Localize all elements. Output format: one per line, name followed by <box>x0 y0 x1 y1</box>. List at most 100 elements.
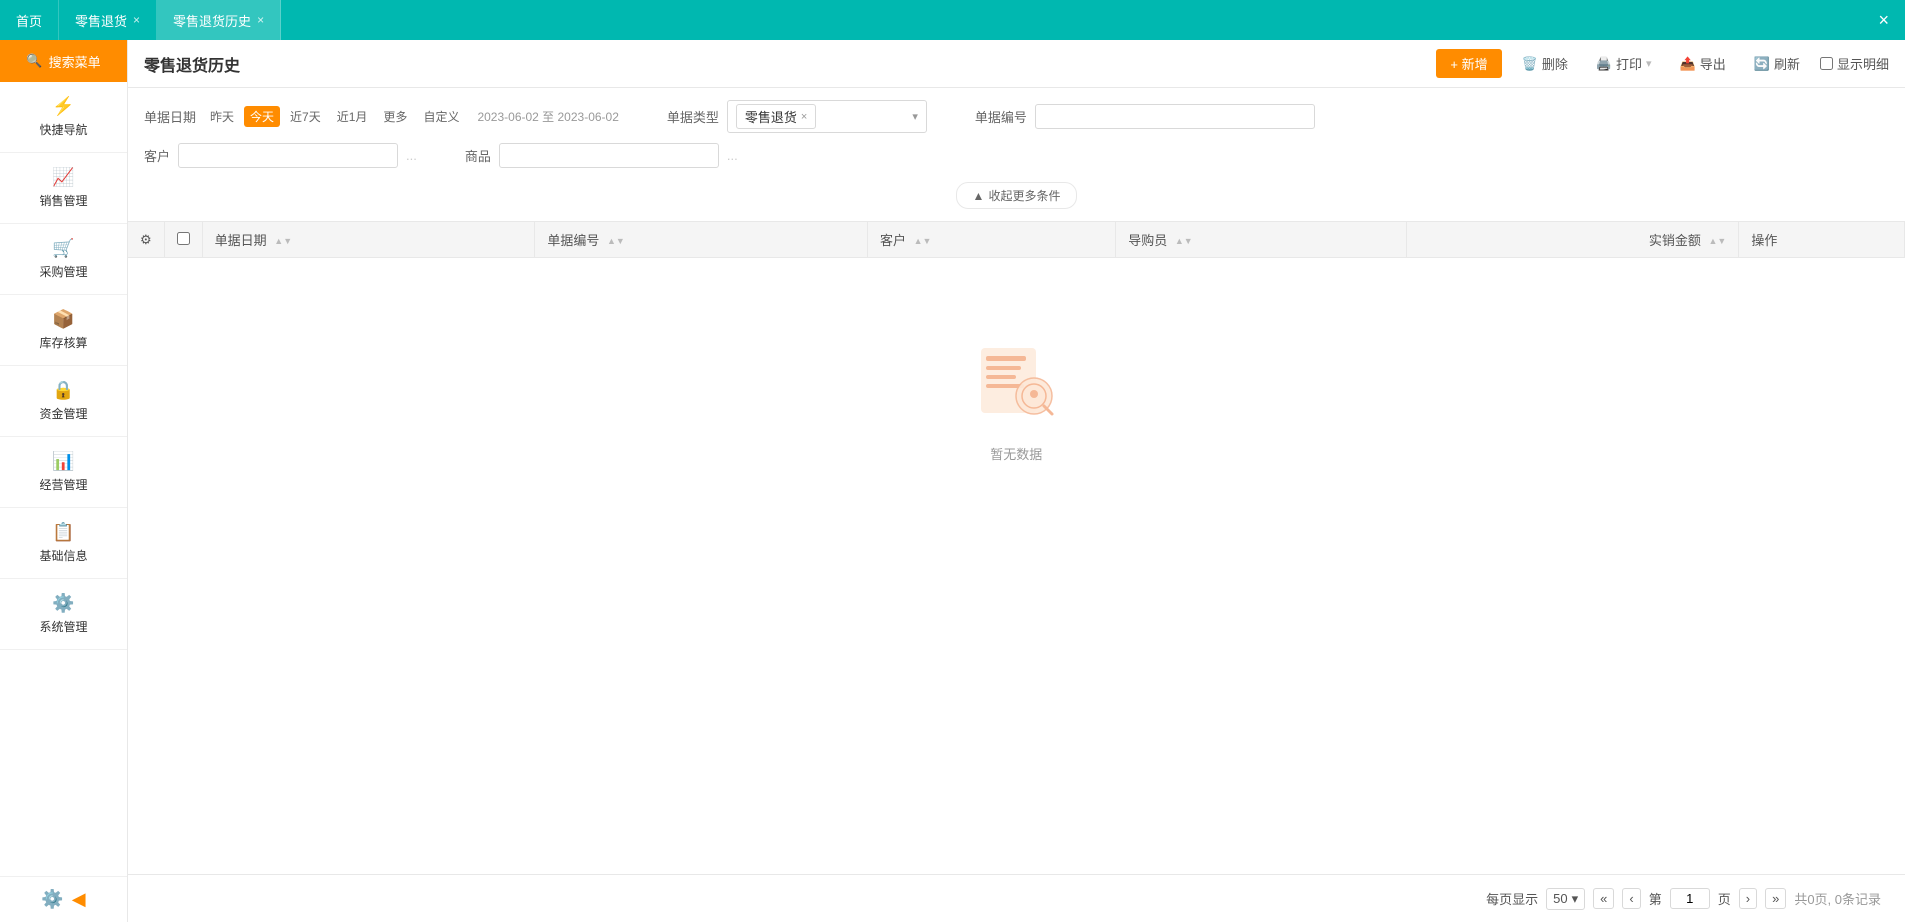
settings-bottom-icon[interactable]: ⚙️ <box>41 889 63 910</box>
select-all-checkbox[interactable] <box>177 232 190 245</box>
purchase-icon: 🛒 <box>52 238 74 259</box>
header-actions: + 新增 🗑️ 删除 🖨️ 打印 ▾ 📤 导出 🔄 刷新 <box>1436 49 1889 78</box>
empty-state: 暂无数据 <box>128 258 1905 523</box>
print-button[interactable]: 🖨️ 打印 ▾ <box>1588 50 1660 77</box>
delete-label: 删除 <box>1542 54 1568 73</box>
collapse-icon: ▲ <box>973 189 985 203</box>
add-button[interactable]: + 新增 <box>1436 49 1501 78</box>
date-btn-today[interactable]: 今天 <box>244 106 280 127</box>
empty-illustration <box>966 338 1066 428</box>
col-customer-sort[interactable]: ▲▼ <box>914 237 932 246</box>
export-button[interactable]: 📤 导出 <box>1672 50 1734 77</box>
per-page-label: 每页显示 <box>1486 889 1538 908</box>
col-doc-no-sort[interactable]: ▲▼ <box>607 237 625 246</box>
tab-retail-return-close[interactable]: × <box>133 13 140 27</box>
collapse-button[interactable]: ▲ 收起更多条件 <box>956 182 1078 209</box>
export-label: 导出 <box>1700 54 1726 73</box>
sales-icon: 📈 <box>52 167 74 188</box>
date-btn-1month[interactable]: 近1月 <box>331 106 374 127</box>
col-settings[interactable]: ⚙ <box>128 222 164 258</box>
prev-page-button[interactable]: ‹ <box>1622 888 1640 909</box>
col-guide-label: 导购员 <box>1128 233 1167 248</box>
per-page-select[interactable]: 50 ▾ <box>1546 888 1585 910</box>
sidebar-item-quicknav[interactable]: ⚡ 快捷导航 <box>0 82 127 153</box>
page-input[interactable] <box>1670 888 1710 909</box>
doc-no-input[interactable] <box>1035 104 1315 129</box>
operations-icon: 📊 <box>52 451 74 472</box>
date-btn-7days[interactable]: 近7天 <box>284 106 327 127</box>
date-buttons: 昨天 今天 近7天 近1月 更多 自定义 <box>204 106 465 127</box>
goods-input[interactable] <box>499 143 719 168</box>
refresh-icon: 🔄 <box>1754 56 1770 72</box>
page-title: 零售退货历史 <box>144 52 1436 76</box>
print-arrow-icon: ▾ <box>1646 57 1652 70</box>
first-page-button[interactable]: « <box>1593 888 1614 909</box>
doc-no-label: 单据编号 <box>975 107 1027 126</box>
pagination-bar: 每页显示 50 ▾ « ‹ 第 页 › » 共0页, 0条记录 <box>128 874 1905 922</box>
data-table: ⚙ 单据日期 ▲▼ 单据编号 ▲▼ <box>128 222 1905 523</box>
col-guide-sort[interactable]: ▲▼ <box>1175 237 1193 246</box>
tab-retail-return[interactable]: 零售退货 × <box>59 0 157 40</box>
col-checkbox[interactable] <box>164 222 202 258</box>
next-page-button[interactable]: › <box>1739 888 1757 909</box>
doc-type-label: 单据类型 <box>667 107 719 126</box>
customer-input[interactable] <box>178 143 398 168</box>
sidebar-item-finance[interactable]: 🔒 资金管理 <box>0 366 127 437</box>
sidebar-item-sales[interactable]: 📈 销售管理 <box>0 153 127 224</box>
sidebar-search[interactable]: 🔍 搜索菜单 <box>0 40 127 82</box>
refresh-button[interactable]: 🔄 刷新 <box>1746 50 1808 77</box>
col-doc-no[interactable]: 单据编号 ▲▼ <box>535 222 868 258</box>
date-btn-yesterday[interactable]: 昨天 <box>204 106 240 127</box>
col-doc-date-label: 单据日期 <box>215 233 267 248</box>
col-amount[interactable]: 实销金额 ▲▼ <box>1406 222 1739 258</box>
show-detail-label: 显示明细 <box>1837 54 1889 73</box>
tab-retail-return-history-close[interactable]: × <box>257 13 264 27</box>
date-btn-custom[interactable]: 自定义 <box>417 106 465 127</box>
doc-type-tag-remove[interactable]: × <box>801 111 807 123</box>
goods-label: 商品 <box>465 146 491 165</box>
sidebar-item-inventory[interactable]: 📦 库存核算 <box>0 295 127 366</box>
page-header: 零售退货历史 + 新增 🗑️ 删除 🖨️ 打印 ▾ 📤 导出 🔄 <box>128 40 1905 88</box>
sidebar-item-operations[interactable]: 📊 经营管理 <box>0 437 127 508</box>
refresh-label: 刷新 <box>1774 54 1800 73</box>
col-guide[interactable]: 导购员 ▲▼ <box>1116 222 1406 258</box>
tab-retail-return-history[interactable]: 零售退货历史 × <box>157 0 281 40</box>
tab-home[interactable]: 首页 <box>0 0 59 40</box>
filter-row-1: 单据日期 昨天 今天 近7天 近1月 更多 自定义 2023-06-02 至 2… <box>144 100 1889 133</box>
sidebar-item-quicknav-label: 快捷导航 <box>39 121 87 138</box>
collapse-sidebar-icon[interactable]: ◀ <box>72 889 86 910</box>
doc-type-select-arrow: ▾ <box>912 110 918 123</box>
show-detail-checkbox-group[interactable]: 显示明细 <box>1820 54 1889 73</box>
col-customer[interactable]: 客户 ▲▼ <box>867 222 1115 258</box>
filter-row-2: 客户 ... 商品 ... <box>144 143 1889 168</box>
col-amount-sort[interactable]: ▲▼ <box>1709 237 1727 246</box>
customer-dots[interactable]: ... <box>406 148 417 163</box>
last-page-button[interactable]: » <box>1765 888 1786 909</box>
show-detail-checkbox[interactable] <box>1820 57 1833 70</box>
print-icon: 🖨️ <box>1596 56 1612 72</box>
basic-info-icon: 📋 <box>52 522 74 543</box>
window-close-button[interactable]: × <box>1862 10 1905 31</box>
collapse-label: 收起更多条件 <box>988 187 1060 204</box>
sidebar-item-system[interactable]: ⚙️ 系统管理 <box>0 579 127 650</box>
content-area: 零售退货历史 + 新增 🗑️ 删除 🖨️ 打印 ▾ 📤 导出 🔄 <box>128 40 1905 922</box>
settings-icon[interactable]: ⚙ <box>140 232 152 247</box>
col-doc-date-sort[interactable]: ▲▼ <box>274 237 292 246</box>
sidebar-item-purchase[interactable]: 🛒 采购管理 <box>0 224 127 295</box>
doc-type-select[interactable]: 零售退货 × ▾ <box>727 100 927 133</box>
col-doc-date[interactable]: 单据日期 ▲▼ <box>202 222 535 258</box>
doc-type-tag: 零售退货 × <box>736 104 816 129</box>
goods-dots[interactable]: ... <box>727 148 738 163</box>
delete-button[interactable]: 🗑️ 删除 <box>1514 50 1576 77</box>
page-label: 第 <box>1649 889 1662 908</box>
sidebar-item-basic-info[interactable]: 📋 基础信息 <box>0 508 127 579</box>
col-amount-label: 实销金额 <box>1649 233 1701 248</box>
export-icon: 📤 <box>1680 56 1696 72</box>
sidebar-item-operations-label: 经营管理 <box>39 476 87 493</box>
main-layout: 🔍 搜索菜单 ⚡ 快捷导航 📈 销售管理 🛒 采购管理 📦 库存核算 🔒 资金管… <box>0 40 1905 922</box>
search-icon: 🔍 <box>26 53 42 69</box>
doc-type-tag-value: 零售退货 <box>745 107 797 126</box>
tab-bar: 首页 零售退货 × 零售退货历史 × <box>0 0 1862 40</box>
date-btn-more[interactable]: 更多 <box>377 106 413 127</box>
sidebar: 🔍 搜索菜单 ⚡ 快捷导航 📈 销售管理 🛒 采购管理 📦 库存核算 🔒 资金管… <box>0 40 128 922</box>
